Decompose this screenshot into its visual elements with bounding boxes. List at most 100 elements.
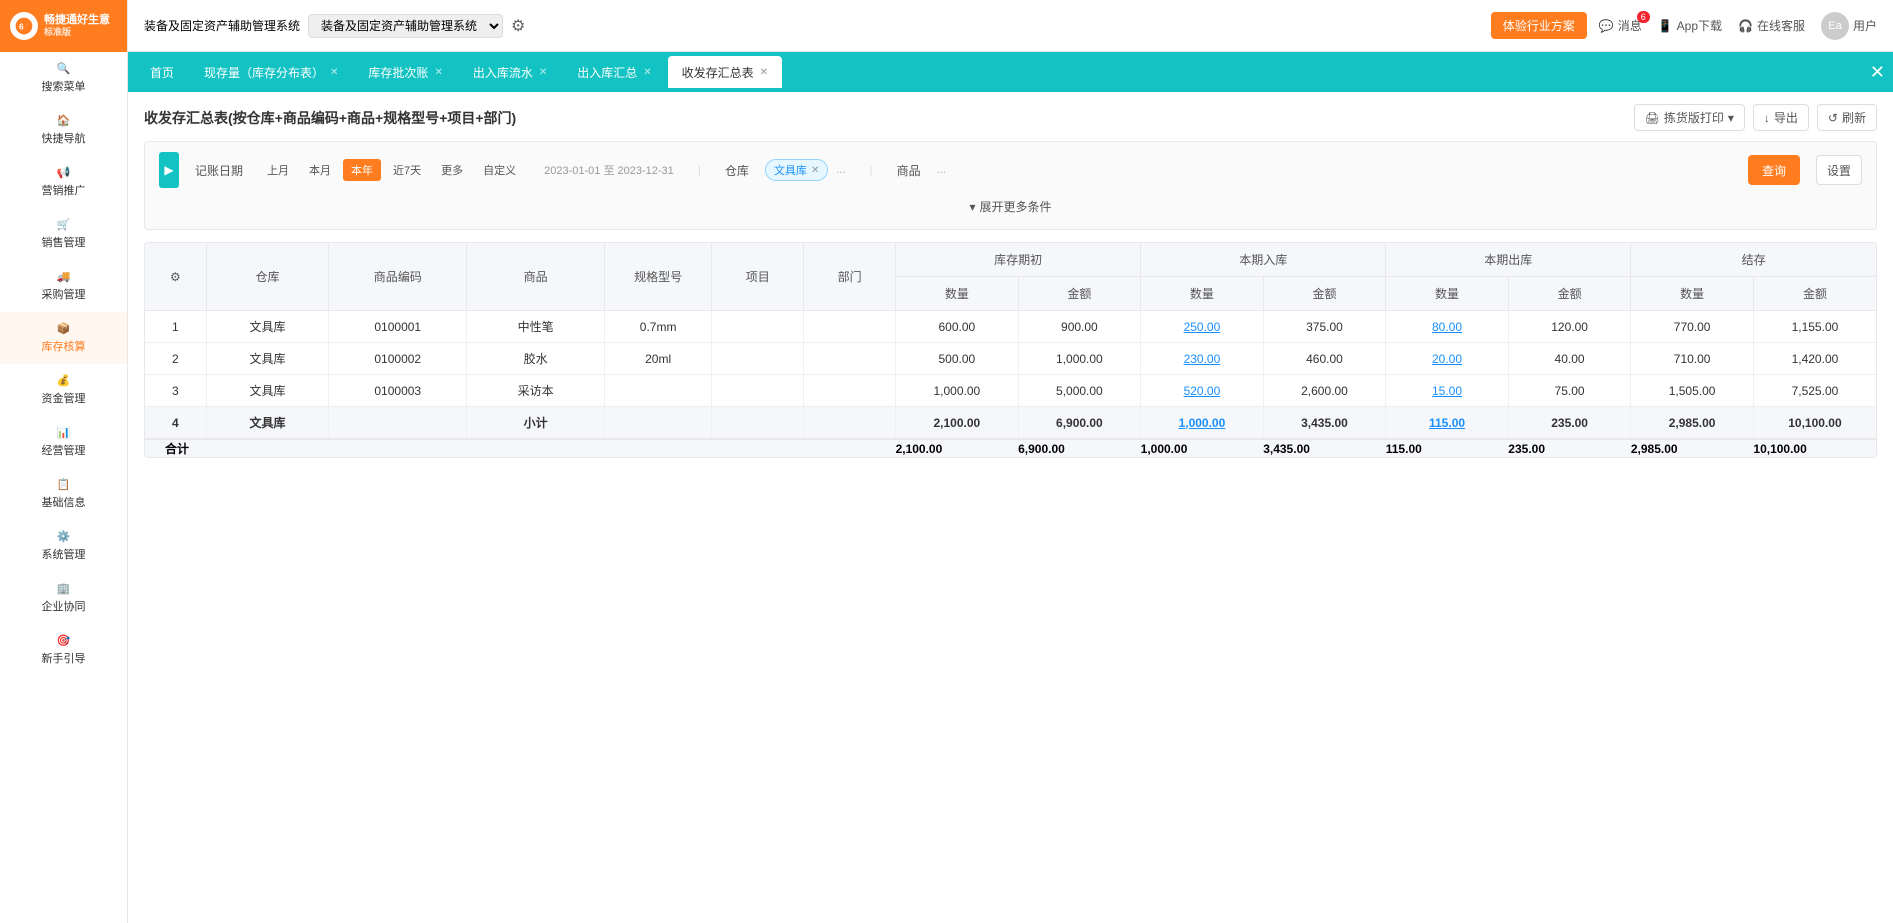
cell-out-amt: 120.00	[1508, 311, 1631, 343]
cell-in-qty[interactable]: 520.00	[1141, 375, 1264, 407]
date-btn-7days[interactable]: 近7天	[385, 159, 429, 181]
tab-batch-ledger[interactable]: 库存批次账 ✕	[354, 56, 456, 88]
sidebar-item-guide[interactable]: 🎯 新手引导	[0, 624, 127, 676]
system-selector[interactable]: 装备及固定资产辅助管理系统	[308, 14, 503, 38]
cell-in-qty-link[interactable]: 230.00	[1184, 352, 1221, 366]
cell-code	[329, 407, 467, 440]
online-service-btn[interactable]: 🎧 在线客服	[1738, 17, 1805, 34]
app-download-btn[interactable]: 📱 App下载	[1658, 17, 1722, 34]
date-btn-more[interactable]: 更多	[433, 159, 471, 181]
tab-receive-send-summary[interactable]: 收发存汇总表 ✕	[668, 56, 782, 88]
warehouse-tag-close[interactable]: ✕	[811, 165, 819, 176]
user-menu[interactable]: Ea 用户	[1821, 12, 1877, 40]
date-btn-last-month[interactable]: 上月	[259, 159, 297, 181]
th-closing-group: 结存	[1631, 243, 1876, 277]
date-label: 记账日期	[195, 162, 243, 179]
cell-in-qty[interactable]: 1,000.00	[1141, 407, 1264, 440]
cart-icon: 🛒	[57, 218, 71, 231]
footer-closing-amt: 10,100.00	[1753, 439, 1876, 457]
cell-in-qty-link[interactable]: 250.00	[1184, 320, 1221, 334]
settings-icon[interactable]: ⚙	[511, 16, 525, 36]
cell-warehouse: 文具库	[206, 343, 329, 375]
date-btn-this-year[interactable]: 本年	[343, 159, 381, 181]
th-closing-qty: 数量	[1631, 277, 1754, 311]
cell-out-qty[interactable]: 115.00	[1386, 407, 1509, 440]
sidebar-item-search[interactable]: 🔍 搜索菜单	[0, 52, 127, 104]
cell-out-qty-link[interactable]: 80.00	[1432, 320, 1462, 334]
sidebar-item-system[interactable]: ⚙️ 系统管理	[0, 520, 127, 572]
cell-in-qty[interactable]: 230.00	[1141, 343, 1264, 375]
filter-area: ▶ 记账日期 上月 本月 本年 近7天 更多 自定义 2023-01-01 至 …	[144, 141, 1877, 230]
message-icon: 💬	[1599, 19, 1614, 33]
cell-project	[712, 311, 804, 343]
sidebar-item-enterprise[interactable]: 🏢 企业协同	[0, 572, 127, 624]
expand-conditions-btn[interactable]: ▾ 展开更多条件	[969, 194, 1051, 219]
th-out-qty: 数量	[1386, 277, 1509, 311]
cell-spec	[605, 375, 712, 407]
sidebar-item-quick-nav[interactable]: 🏠 快捷导航	[0, 104, 127, 156]
tab-close-icon[interactable]: ✕	[434, 67, 442, 78]
sidebar-item-operations[interactable]: 📊 经营管理	[0, 416, 127, 468]
tab-in-out-flow[interactable]: 出入库流水 ✕	[459, 56, 561, 88]
filter-toggle-btn[interactable]: ▶	[159, 152, 179, 188]
query-btn[interactable]: 查询	[1748, 155, 1800, 185]
sidebar-item-sales[interactable]: 🛒 销售管理	[0, 208, 127, 260]
cell-out-qty[interactable]: 20.00	[1386, 343, 1509, 375]
th-spec: 规格型号	[605, 243, 712, 311]
cell-project	[712, 343, 804, 375]
cell-in-amt: 460.00	[1263, 343, 1386, 375]
sidebar-item-purchase[interactable]: 🚚 采购管理	[0, 260, 127, 312]
cell-out-qty-link[interactable]: 115.00	[1429, 416, 1465, 430]
cell-in-qty[interactable]: 250.00	[1141, 311, 1264, 343]
warehouse-tag: 文具库 ✕	[765, 159, 828, 181]
date-btn-this-month[interactable]: 本月	[301, 159, 339, 181]
box-icon: 📦	[57, 322, 71, 335]
cell-out-qty-link[interactable]: 20.00	[1432, 352, 1462, 366]
nav-tabs: 首页 现存量（库存分布表） ✕ 库存批次账 ✕ 出入库流水 ✕ 出入库汇总 ✕ …	[128, 52, 1893, 92]
tab-close-icon[interactable]: ✕	[760, 67, 768, 78]
tab-inventory-dist[interactable]: 现存量（库存分布表） ✕	[190, 56, 352, 88]
settings-icon[interactable]: ⚙	[170, 270, 181, 284]
tab-close-icon[interactable]: ✕	[330, 67, 338, 78]
message-btn[interactable]: 💬 消息 6	[1599, 17, 1642, 34]
sidebar-item-marketing[interactable]: 📢 营销推广	[0, 156, 127, 208]
export-btn[interactable]: ↓ 导出	[1753, 104, 1809, 131]
cell-dept	[804, 375, 896, 407]
page-header: 收发存汇总表(按仓库+商品编码+商品+规格型号+项目+部门) 🖨 拣货版打印 ▾…	[144, 104, 1877, 131]
cell-out-qty-link[interactable]: 15.00	[1432, 384, 1462, 398]
sidebar-item-inventory[interactable]: 📦 库存核算	[0, 312, 127, 364]
money-icon: 💰	[57, 374, 71, 387]
filter-row: ▶ 记账日期 上月 本月 本年 近7天 更多 自定义 2023-01-01 至 …	[159, 152, 1862, 188]
cell-opening-qty: 500.00	[896, 343, 1019, 375]
tab-close-icon[interactable]: ✕	[539, 67, 547, 78]
cell-opening-amt: 900.00	[1018, 311, 1141, 343]
refresh-btn[interactable]: ↺ 刷新	[1817, 104, 1877, 131]
sidebar-item-finance[interactable]: 💰 资金管理	[0, 364, 127, 416]
th-code: 商品编码	[329, 243, 467, 311]
goods-more[interactable]: ...	[937, 164, 946, 176]
enterprise-icon: 🏢	[57, 582, 71, 595]
cell-out-qty[interactable]: 15.00	[1386, 375, 1509, 407]
warehouse-more[interactable]: ...	[836, 164, 845, 176]
tab-in-out-summary[interactable]: 出入库汇总 ✕	[563, 56, 665, 88]
sidebar: 6 畅捷通好生意 标准版 🔍 搜索菜单 🏠 快捷导航 📢 营销推广 🛒 销售管理…	[0, 0, 128, 923]
system-name: 装备及固定资产辅助管理系统	[144, 17, 300, 34]
experience-btn[interactable]: 体验行业方案	[1491, 12, 1587, 39]
table-row: 2文具库0100002胶水20ml500.001,000.00230.00460…	[145, 343, 1876, 375]
sidebar-item-basic[interactable]: 📋 基础信息	[0, 468, 127, 520]
print-btn[interactable]: 🖨 拣货版打印 ▾	[1634, 104, 1745, 131]
app-logo: 6 畅捷通好生意 标准版	[0, 0, 127, 52]
header-actions: 🖨 拣货版打印 ▾ ↓ 导出 ↺ 刷新	[1634, 104, 1877, 131]
cell-closing-amt: 7,525.00	[1753, 375, 1876, 407]
close-all-tabs[interactable]: ✕	[1870, 62, 1885, 83]
cell-in-qty-link[interactable]: 1,000.00	[1179, 416, 1226, 430]
tab-home[interactable]: 首页	[136, 56, 188, 88]
tab-close-icon[interactable]: ✕	[643, 67, 651, 78]
cell-out-qty[interactable]: 80.00	[1386, 311, 1509, 343]
page-title: 收发存汇总表(按仓库+商品编码+商品+规格型号+项目+部门)	[144, 108, 516, 128]
cell-in-qty-link[interactable]: 520.00	[1184, 384, 1221, 398]
cell-num: 1	[145, 311, 206, 343]
page-content: 收发存汇总表(按仓库+商品编码+商品+规格型号+项目+部门) 🖨 拣货版打印 ▾…	[128, 92, 1893, 923]
date-btn-custom[interactable]: 自定义	[475, 159, 524, 181]
settings-btn[interactable]: 设置	[1816, 155, 1862, 185]
